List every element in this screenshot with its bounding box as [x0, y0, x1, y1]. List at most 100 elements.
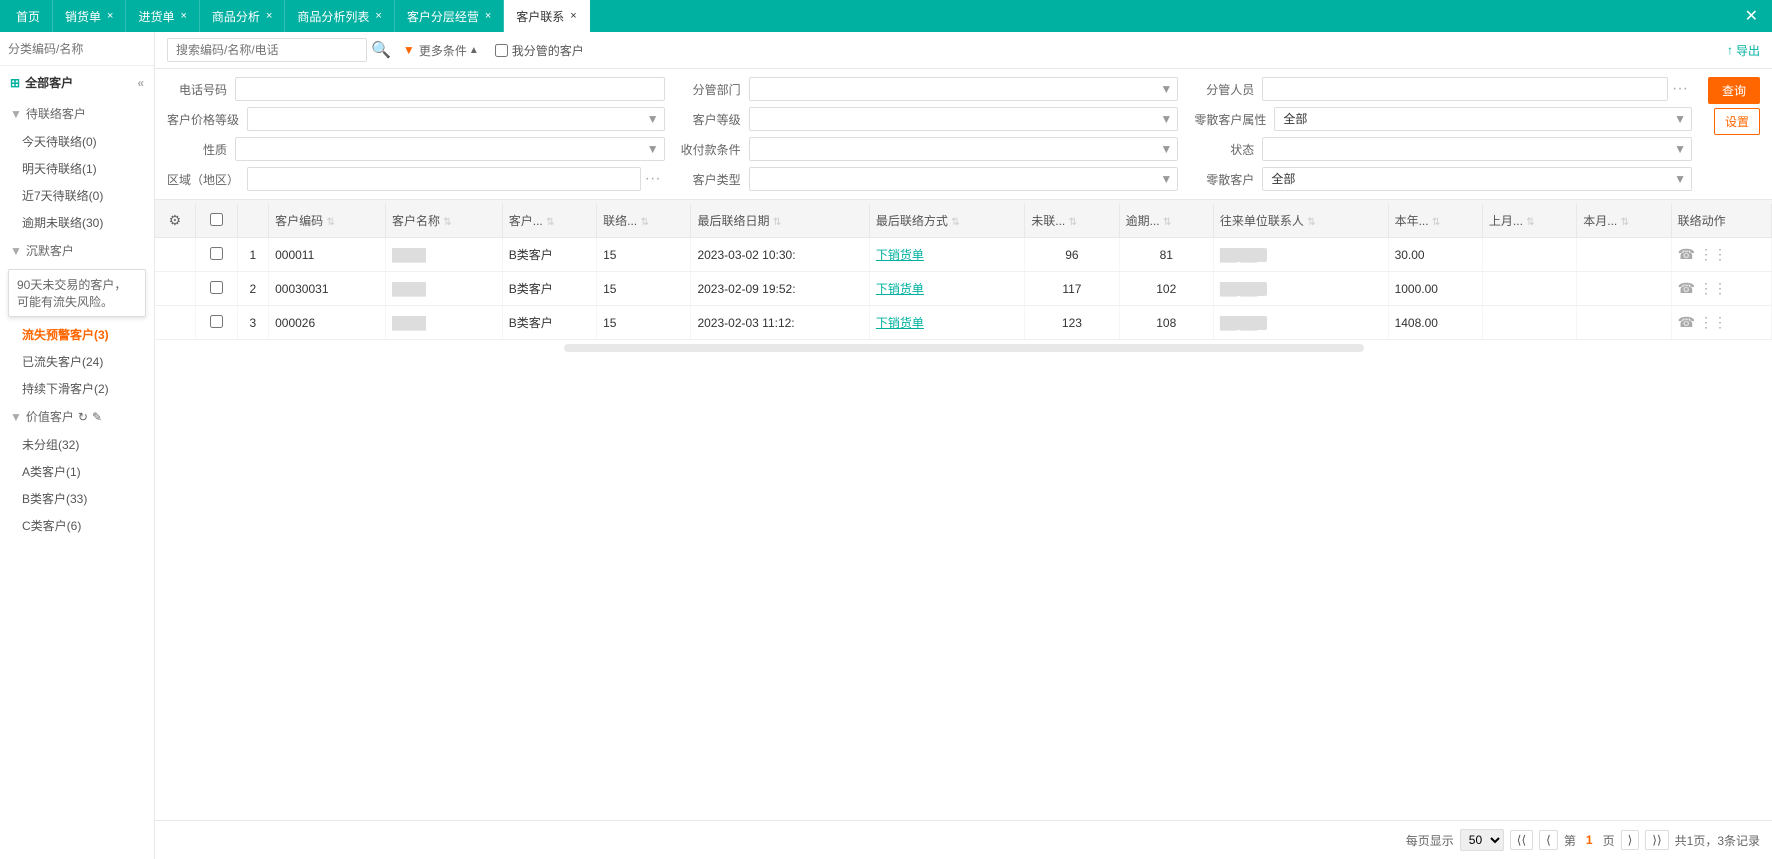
col-name-header[interactable]: 客户名称 ⇅ [385, 204, 502, 238]
close-tab-customer-contact[interactable]: × [570, 10, 576, 22]
next-page-button[interactable]: ⟩ [1621, 830, 1640, 850]
row-last-date-1: 2023-02-09 19:52: [691, 272, 869, 306]
col-overdue-header[interactable]: 逾期... ⇅ [1119, 204, 1213, 238]
tab-product-analysis-list[interactable]: 商品分析列表 × [285, 0, 394, 32]
row-checkbox-2[interactable] [195, 306, 237, 340]
col-contact-header[interactable]: 联络... ⇅ [597, 204, 691, 238]
sidebar-group-value[interactable]: ▼ 价值客户 ↻ ✎ [0, 402, 154, 431]
col-past-contact-header[interactable]: 往来单位联系人 ⇅ [1213, 204, 1388, 238]
sidebar-item-declining[interactable]: 持续下滑客户(2) [0, 375, 154, 402]
price-level-select[interactable] [247, 107, 665, 131]
status-select[interactable] [1262, 137, 1692, 161]
action-contact-icon-1[interactable]: ☎ [1678, 280, 1695, 297]
scroll-track[interactable] [564, 344, 1364, 352]
col-last-month-header[interactable]: 上月... ⇅ [1482, 204, 1576, 238]
sidebar-group-silent[interactable]: ▼ 沉默客户 [0, 236, 154, 265]
col-type-header[interactable]: 客户... ⇅ [502, 204, 596, 238]
person-input[interactable] [1262, 77, 1668, 101]
payment-select[interactable] [749, 137, 1179, 161]
col-this-month-header[interactable]: 本月... ⇅ [1577, 204, 1671, 238]
close-tab-sales-order[interactable]: × [107, 10, 113, 22]
sidebar-item-churned[interactable]: 已流失客户(24) [0, 348, 154, 375]
phone-input[interactable] [235, 77, 665, 101]
sidebar-item-7days[interactable]: 近7天待联络(0) [0, 182, 154, 209]
action-more-icon-1[interactable]: ⋮⋮ [1699, 280, 1727, 297]
tab-customer-tier[interactable]: 客户分层经营 × [395, 0, 504, 32]
column-settings-icon[interactable]: ⚙ [169, 212, 182, 228]
table-row: 3 000026 ████ B类客户 15 2023-02-03 11:12: … [155, 306, 1772, 340]
col-uncontact-header[interactable]: 未联... ⇅ [1025, 204, 1119, 238]
my-customers-checkbox[interactable]: 我分管的客户 [495, 42, 584, 59]
last-method-link-0[interactable]: 下销货单 [876, 248, 924, 262]
action-more-icon-2[interactable]: ⋮⋮ [1699, 314, 1727, 331]
zero-attr-select[interactable]: 全部 [1274, 107, 1692, 131]
dept-select[interactable] [749, 77, 1179, 101]
my-customers-check[interactable] [495, 44, 508, 57]
tab-bar: 首页 销货单 × 进货单 × 商品分析 × 商品分析列表 × 客户分层经营 × … [0, 0, 1772, 32]
more-conditions-button[interactable]: ▼ 更多条件 ▲ [403, 42, 479, 59]
action-contact-icon-0[interactable]: ☎ [1678, 246, 1695, 263]
nature-select[interactable] [235, 137, 665, 161]
sort-icon-name: ⇅ [443, 217, 451, 228]
person-dots-button[interactable]: ··· [1668, 80, 1692, 98]
customer-type-select[interactable] [749, 167, 1179, 191]
sidebar-item-tomorrow[interactable]: 明天待联络(1) [0, 155, 154, 182]
region-dots-button[interactable]: ··· [641, 170, 665, 188]
row-check-1[interactable] [210, 281, 223, 294]
search-input[interactable] [167, 38, 367, 62]
col-last-method-header[interactable]: 最后联络方式 ⇅ [869, 204, 1024, 238]
sidebar-item-churn-warning[interactable]: 流失预警客户(3) [0, 321, 154, 348]
prev-page-button[interactable]: ⟨ [1539, 830, 1558, 850]
row-last-method-2[interactable]: 下销货单 [869, 306, 1024, 340]
search-button[interactable]: 🔍 [371, 40, 391, 60]
customer-level-select[interactable] [749, 107, 1179, 131]
edit-icon[interactable]: ✎ [92, 410, 102, 424]
sidebar-item-b-class[interactable]: B类客户(33) [0, 485, 154, 512]
row-checkbox-1[interactable] [195, 272, 237, 306]
tab-purchase-order[interactable]: 进货单 × [126, 0, 199, 32]
select-all-checkbox[interactable] [210, 213, 223, 226]
row-check-0[interactable] [210, 247, 223, 260]
action-contact-icon-2[interactable]: ☎ [1678, 314, 1695, 331]
close-tab-customer-tier[interactable]: × [485, 10, 491, 22]
tab-product-analysis[interactable]: 商品分析 × [200, 0, 285, 32]
refresh-icon[interactable]: ↻ [78, 410, 88, 424]
row-last-method-1[interactable]: 下销货单 [869, 272, 1024, 306]
first-page-button[interactable]: ⟨⟨ [1510, 830, 1533, 850]
col-code-header[interactable]: 客户编码 ⇅ [269, 204, 386, 238]
per-page-select[interactable]: 50 [1460, 829, 1504, 851]
col-last-date-header[interactable]: 最后联络日期 ⇅ [691, 204, 869, 238]
action-more-icon-0[interactable]: ⋮⋮ [1699, 246, 1727, 263]
sidebar-item-c-class[interactable]: C类客户(6) [0, 512, 154, 539]
export-button[interactable]: ↑ 导出 [1727, 42, 1760, 59]
tab-home[interactable]: 首页 [4, 0, 53, 32]
col-settings-header[interactable]: ⚙ [155, 204, 195, 238]
scroll-bar-area[interactable] [155, 340, 1772, 356]
query-button[interactable]: 查询 [1708, 77, 1760, 104]
sort-icon-last-month: ⇅ [1526, 217, 1534, 228]
close-tab-purchase-order[interactable]: × [180, 10, 186, 22]
sidebar-root-title[interactable]: ⊞ 全部客户 « [0, 66, 154, 99]
close-window-icon[interactable]: ✕ [1735, 6, 1768, 26]
sidebar-item-ungrouped[interactable]: 未分组(32) [0, 431, 154, 458]
sidebar-group-pending[interactable]: ▼ 待联络客户 [0, 99, 154, 128]
sidebar-item-a-class[interactable]: A类客户(1) [0, 458, 154, 485]
close-tab-product-analysis[interactable]: × [266, 10, 272, 22]
row-last-method-0[interactable]: 下销货单 [869, 238, 1024, 272]
region-input[interactable] [247, 167, 641, 191]
last-page-button[interactable]: ⟩⟩ [1645, 830, 1668, 850]
tab-customer-contact[interactable]: 客户联系 × [504, 0, 589, 32]
last-method-link-2[interactable]: 下销货单 [876, 316, 924, 330]
sidebar-item-today[interactable]: 今天待联络(0) [0, 128, 154, 155]
sidebar-search-input[interactable] [8, 42, 155, 56]
last-method-link-1[interactable]: 下销货单 [876, 282, 924, 296]
row-check-2[interactable] [210, 315, 223, 328]
col-this-year-header[interactable]: 本年... ⇅ [1388, 204, 1482, 238]
close-tab-product-analysis-list[interactable]: × [375, 10, 381, 22]
zero-customer-select[interactable]: 全部 [1262, 167, 1692, 191]
col-checkbox-header[interactable] [195, 204, 237, 238]
tab-sales-order[interactable]: 销货单 × [53, 0, 126, 32]
row-checkbox-0[interactable] [195, 238, 237, 272]
sidebar-item-overdue[interactable]: 逾期未联络(30) [0, 209, 154, 236]
settings-button[interactable]: 设置 [1714, 108, 1760, 135]
